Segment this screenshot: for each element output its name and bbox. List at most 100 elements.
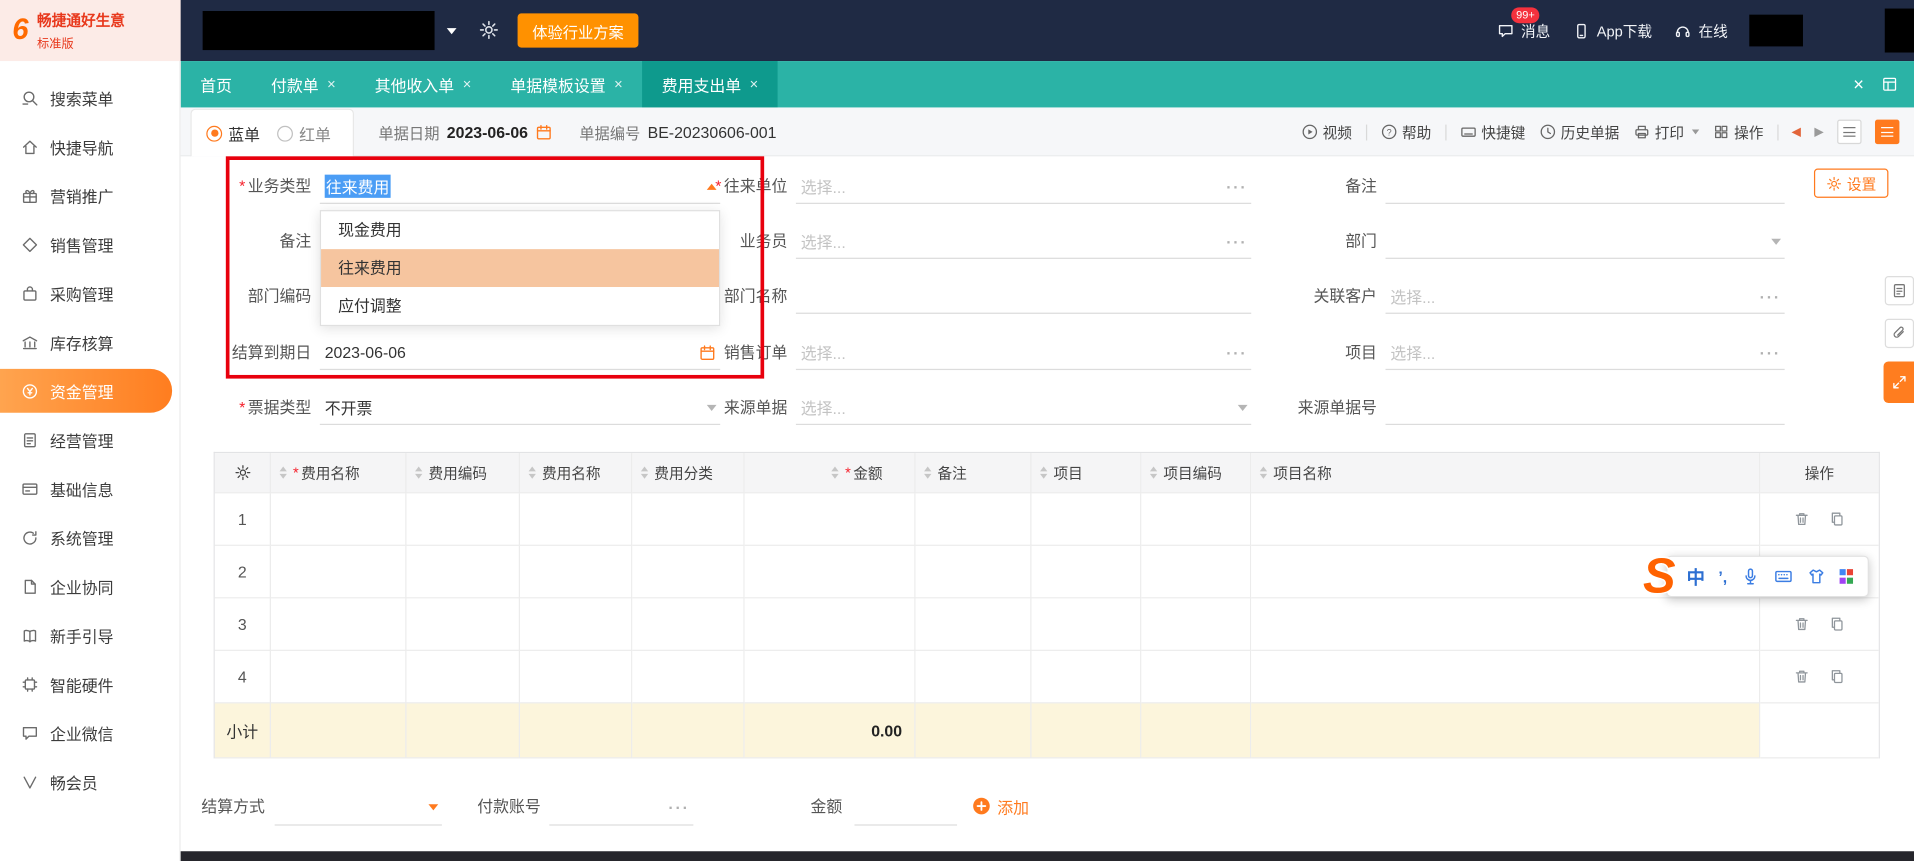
doc-date-value[interactable]: 2023-06-06	[447, 123, 528, 141]
close-icon[interactable]: ×	[463, 76, 472, 93]
app-download-button[interactable]: App下载	[1572, 20, 1652, 41]
sort-icon[interactable]	[1040, 466, 1048, 479]
table-cell[interactable]	[520, 493, 633, 546]
table-cell[interactable]	[744, 493, 916, 546]
keyboard-icon[interactable]	[1774, 567, 1794, 587]
table-cell[interactable]	[406, 650, 521, 704]
table-cell[interactable]	[270, 598, 407, 651]
trial-plan-button[interactable]: 体验行业方案	[517, 13, 639, 48]
help-button[interactable]: ? 帮助	[1380, 122, 1431, 143]
table-cell[interactable]	[632, 650, 745, 704]
ellipsis-icon[interactable]: ···	[1226, 177, 1247, 195]
close-icon[interactable]: ×	[327, 76, 336, 93]
view-list-button[interactable]	[1837, 119, 1862, 145]
tab-payment[interactable]: 付款单 ×	[251, 61, 355, 107]
col-header-amount[interactable]: * 金额	[744, 453, 916, 494]
table-cell[interactable]	[1141, 598, 1252, 651]
table-cell[interactable]	[270, 650, 407, 704]
sidebar-item-base-info[interactable]: 基础信息	[0, 464, 179, 513]
delete-icon[interactable]	[1793, 668, 1810, 685]
bill-type-field[interactable]: 不开票	[319, 391, 721, 426]
sidebar-item-purchase[interactable]: 采购管理	[0, 269, 179, 318]
settings-button[interactable]: 设置	[1813, 168, 1889, 198]
tab-list-icon[interactable]	[1881, 76, 1898, 93]
settle-method-field[interactable]	[274, 789, 442, 826]
sidebar-item-wecom[interactable]: 企业微信	[0, 708, 179, 757]
sidebar-item-smart-hardware[interactable]: 智能硬件	[0, 660, 179, 709]
add-row-button[interactable]: 添加	[972, 790, 1029, 822]
table-cell[interactable]	[915, 493, 1032, 546]
table-cell[interactable]	[1141, 493, 1252, 546]
sales-order-field[interactable]: 选择... ···	[795, 336, 1252, 371]
messages-button[interactable]: 99+ 消息	[1497, 6, 1550, 41]
microphone-icon[interactable]	[1741, 567, 1761, 587]
related-customer-field[interactable]: 选择... ···	[1385, 280, 1785, 314]
close-icon[interactable]: ×	[614, 76, 623, 93]
col-header-expense-category[interactable]: 费用分类	[632, 453, 745, 494]
source-doc-field[interactable]: 选择...	[795, 391, 1252, 426]
table-cell[interactable]	[744, 545, 916, 599]
source-doc-no-field[interactable]	[1385, 391, 1785, 426]
salesperson-field[interactable]: 选择... ···	[795, 225, 1252, 259]
ellipsis-icon[interactable]: ···	[1226, 232, 1247, 250]
table-cell[interactable]	[1251, 493, 1761, 546]
blue-doc-radio[interactable]: 蓝单	[206, 122, 260, 145]
col-header-project-name[interactable]: 项目名称	[1251, 453, 1761, 494]
table-cell[interactable]	[270, 545, 407, 599]
sogou-logo-icon[interactable]: S	[1643, 552, 1676, 601]
project-field[interactable]: 选择... ···	[1385, 336, 1785, 371]
copy-icon[interactable]	[1829, 511, 1846, 528]
hotkey-button[interactable]: 快捷键	[1459, 122, 1525, 143]
tab-expense-voucher[interactable]: 费用支出单 ×	[642, 61, 778, 108]
doc-no-value[interactable]: BE-20230606-001	[648, 123, 777, 141]
col-header-project[interactable]: 项目	[1031, 453, 1142, 494]
sort-icon[interactable]	[528, 466, 536, 479]
table-cell[interactable]	[632, 545, 745, 599]
sort-icon[interactable]	[279, 466, 287, 479]
payment-account-field[interactable]: ···	[549, 789, 694, 826]
table-cell[interactable]	[744, 650, 916, 704]
table-cell[interactable]	[406, 598, 521, 651]
counterparty-field[interactable]: 选择... ···	[795, 170, 1252, 204]
col-header-project-code[interactable]: 项目编码	[1141, 453, 1252, 494]
amount-field[interactable]	[854, 789, 958, 826]
tab-home[interactable]: 首页	[181, 61, 252, 107]
table-cell[interactable]	[1031, 493, 1142, 546]
ellipsis-icon[interactable]: ···	[1760, 287, 1781, 305]
sort-icon[interactable]	[415, 466, 423, 479]
table-cell[interactable]	[520, 545, 633, 599]
online-service-button[interactable]: 在线	[1674, 20, 1728, 41]
table-cell[interactable]	[270, 493, 407, 546]
skin-icon[interactable]	[1807, 567, 1827, 587]
ime-punctuation-toggle[interactable]: ’,	[1718, 567, 1727, 585]
sidebar-item-beginner-guide[interactable]: 新手引导	[0, 611, 179, 660]
ellipsis-icon[interactable]: ···	[1226, 343, 1247, 361]
copy-icon[interactable]	[1829, 668, 1846, 685]
table-cell[interactable]	[1251, 598, 1761, 651]
table-cell[interactable]	[1031, 545, 1142, 599]
table-cell[interactable]	[1141, 545, 1252, 599]
redacted-account-select[interactable]	[202, 10, 435, 51]
table-cell[interactable]	[406, 545, 521, 599]
note-tool-button[interactable]	[1884, 276, 1914, 306]
table-cell[interactable]	[406, 493, 521, 546]
sidebar-item-system[interactable]: 系统管理	[0, 513, 179, 562]
tab-template-settings[interactable]: 单据模板设置 ×	[491, 61, 642, 107]
copy-icon[interactable]	[1829, 616, 1846, 633]
ellipsis-icon[interactable]: ···	[668, 798, 689, 816]
sidebar-item-funds[interactable]: 资金管理	[0, 368, 173, 413]
chevron-down-icon[interactable]	[446, 28, 457, 35]
table-cell[interactable]	[915, 545, 1032, 599]
business-type-field[interactable]: 往来费用	[319, 170, 721, 204]
video-button[interactable]: 视频	[1301, 122, 1352, 143]
close-all-icon[interactable]: ×	[1853, 74, 1864, 95]
calendar-icon[interactable]	[534, 123, 552, 141]
operations-button[interactable]: 操作	[1712, 122, 1763, 143]
attachment-tool-button[interactable]	[1884, 318, 1914, 349]
ellipsis-icon[interactable]: ···	[1760, 343, 1781, 361]
settle-due-date-field[interactable]: 2023-06-06	[319, 336, 721, 371]
prev-icon[interactable]: ◀	[1791, 125, 1800, 138]
sidebar-item-search-menu[interactable]: 搜索菜单	[0, 73, 179, 122]
delete-icon[interactable]	[1793, 511, 1810, 528]
remark2-field[interactable]	[1385, 170, 1785, 204]
